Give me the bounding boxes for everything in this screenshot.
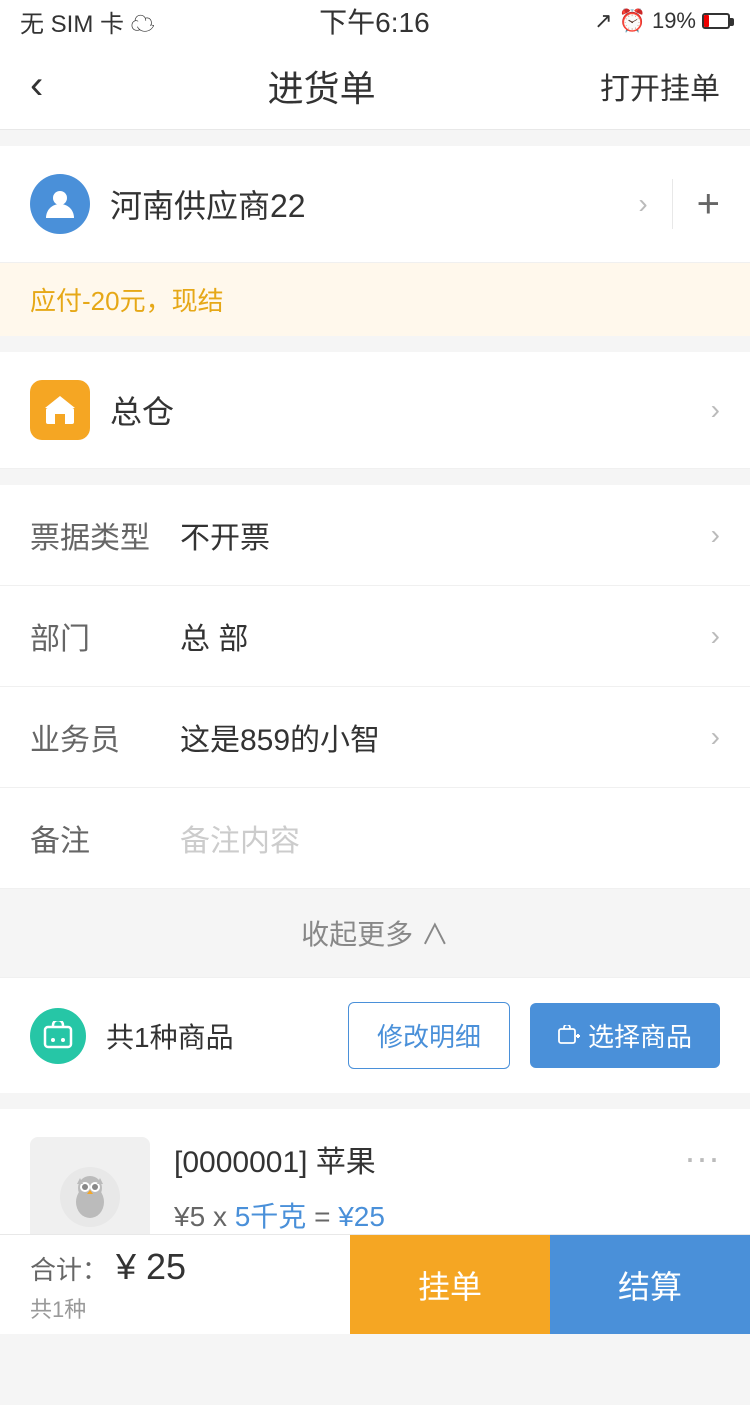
checkout-button[interactable]: 结算 xyxy=(550,1235,750,1334)
sim-status: 无 SIM 卡 ☁ xyxy=(20,4,155,39)
product-quantity: 5千克 xyxy=(235,1201,307,1232)
open-pending-button[interactable]: 打开挂单 xyxy=(600,64,720,108)
salesperson-value: 这是859的小智 xyxy=(170,715,711,759)
product-title: 苹果 xyxy=(316,1146,376,1179)
department-row[interactable]: 部门 总 部 › xyxy=(0,586,750,687)
supplier-row[interactable]: 河南供应商22 › + xyxy=(0,146,750,263)
chevron-right-icon: › xyxy=(711,721,720,753)
nav-bar: ‹ 进货单 打开挂单 xyxy=(0,42,750,130)
products-count: 共1种商品 xyxy=(106,1016,328,1056)
collapse-bar[interactable]: 收起更多 ∧ xyxy=(0,889,750,977)
invoice-type-label: 票据类型 xyxy=(30,513,170,557)
status-time: 下午6:16 xyxy=(319,1,430,41)
remark-label: 备注 xyxy=(30,816,170,860)
product-code: [0000001] xyxy=(174,1146,307,1179)
battery-icon: ↗ xyxy=(594,8,612,34)
salesperson-row[interactable]: 业务员 这是859的小智 › xyxy=(0,687,750,788)
products-header: 共1种商品 修改明细 选择商品 xyxy=(0,977,750,1093)
add-supplier-button[interactable]: + xyxy=(697,182,720,227)
hang-order-button[interactable]: 挂单 xyxy=(350,1235,550,1334)
remark-row[interactable]: 备注 备注内容 xyxy=(0,788,750,889)
salesperson-label: 业务员 xyxy=(30,715,170,759)
battery-percent: 19% xyxy=(652,8,696,34)
page-title: 进货单 xyxy=(268,60,376,112)
product-more-button[interactable]: ··· xyxy=(674,1137,720,1179)
total-sub: 共1种 xyxy=(30,1292,320,1324)
remark-input[interactable]: 备注内容 xyxy=(170,816,720,860)
products-icon-bg xyxy=(30,1008,86,1064)
warehouse-icon xyxy=(44,394,76,426)
total-amount: ¥ 25 xyxy=(116,1246,186,1288)
price-multiply: x xyxy=(213,1201,235,1232)
select-product-button[interactable]: 选择商品 xyxy=(530,1003,720,1068)
department-value: 总 部 xyxy=(170,614,711,658)
product-total: ¥25 xyxy=(338,1201,385,1232)
select-product-label: 选择商品 xyxy=(588,1017,692,1054)
product-unit-price: ¥5 xyxy=(174,1201,205,1232)
chevron-right-icon: › xyxy=(638,188,647,220)
total-label: 合计： xyxy=(30,1250,108,1287)
product-name: [0000001] 苹果 xyxy=(174,1137,650,1181)
total-row: 合计： ¥ 25 xyxy=(30,1246,320,1288)
invoice-type-row[interactable]: 票据类型 不开票 › xyxy=(0,485,750,586)
warehouse-section: 总仓 › xyxy=(0,352,750,469)
warehouse-icon-bg xyxy=(30,380,90,440)
cart-icon xyxy=(43,1021,73,1051)
invoice-type-value: 不开票 xyxy=(170,513,711,557)
warehouse-row[interactable]: 总仓 › xyxy=(0,352,750,469)
status-right: ↗ ⏰ 19% xyxy=(594,8,730,34)
supplier-name: 河南供应商22 xyxy=(110,181,638,227)
product-image xyxy=(55,1162,125,1232)
department-label: 部门 xyxy=(30,614,170,658)
status-left: 无 SIM 卡 ☁ xyxy=(20,4,155,39)
product-info: [0000001] 苹果 ¥5 x 5千克 = ¥25 xyxy=(174,1137,650,1235)
chevron-right-icon: › xyxy=(711,620,720,652)
bottom-bar: 合计： ¥ 25 共1种 挂单 结算 xyxy=(0,1234,750,1334)
person-icon xyxy=(42,186,78,222)
edit-details-button[interactable]: 修改明细 xyxy=(348,1002,510,1069)
total-section: 合计： ¥ 25 共1种 xyxy=(0,1235,350,1334)
supplier-section: 河南供应商22 › + 应付-20元，现结 xyxy=(0,146,750,336)
cart-add-icon xyxy=(558,1025,580,1047)
form-section: 票据类型 不开票 › 部门 总 部 › 业务员 这是859的小智 › 备注 备注… xyxy=(0,485,750,889)
warehouse-name: 总仓 xyxy=(110,387,711,433)
alarm-icon: ⏰ xyxy=(619,8,646,34)
supplier-avatar xyxy=(30,174,90,234)
chevron-right-icon: › xyxy=(711,394,720,426)
divider xyxy=(672,179,673,229)
price-equals: = xyxy=(314,1201,338,1232)
battery-indicator xyxy=(702,13,730,29)
status-bar: 无 SIM 卡 ☁ 下午6:16 ↗ ⏰ 19% xyxy=(0,0,750,42)
supplier-notice: 应付-20元，现结 xyxy=(0,263,750,336)
back-button[interactable]: ‹ xyxy=(30,63,43,108)
chevron-right-icon: › xyxy=(711,519,720,551)
product-price: ¥5 x 5千克 = ¥25 xyxy=(174,1195,650,1235)
